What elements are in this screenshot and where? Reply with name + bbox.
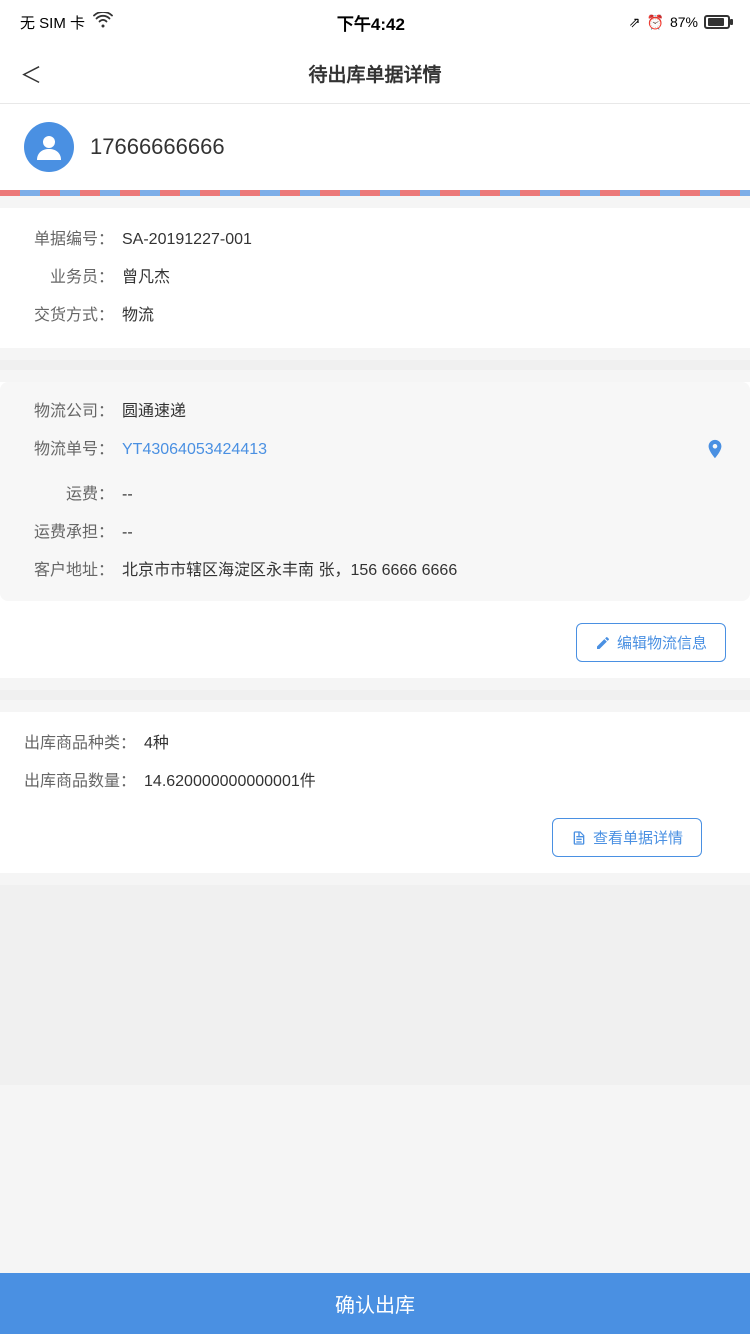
goods-quantity-value: 14.620000000000001件: [144, 770, 726, 794]
address-value: 北京市市辖区海淀区永丰南 张，156 6666 6666: [122, 559, 726, 583]
document-number-value: SA-20191227-001: [122, 228, 726, 252]
back-button[interactable]: ＜: [12, 50, 50, 98]
nav-title: 待出库单据详情: [308, 60, 441, 87]
freight-bearer-value: --: [122, 521, 726, 545]
address-label: 客户地址：: [24, 559, 114, 583]
status-time: 下午4:42: [337, 10, 405, 35]
delivery-value: 物流: [122, 304, 726, 328]
person-icon: [34, 132, 64, 162]
freight-label: 运费：: [24, 483, 114, 507]
logistics-company-label: 物流公司：: [24, 400, 114, 424]
edit-icon: [595, 635, 611, 651]
address-row: 客户地址： 北京市市辖区海淀区永丰南 张，156 6666 6666: [24, 559, 726, 583]
edit-logistics-button[interactable]: 编辑物流信息: [576, 623, 726, 662]
logistics-company-value: 圆通速递: [122, 400, 726, 424]
salesman-row: 业务员： 曾凡杰: [24, 266, 726, 290]
salesman-label: 业务员：: [24, 266, 114, 290]
battery-percent: 87%: [670, 14, 698, 30]
location-icon: ⇗: [629, 14, 641, 31]
gray-divider-3: [0, 885, 750, 1085]
document-info-section: 单据编号： SA-20191227-001 业务员： 曾凡杰 交货方式： 物流: [0, 208, 750, 348]
goods-type-value: 4种: [144, 732, 726, 756]
goods-quantity-row: 出库商品数量： 14.620000000000001件: [24, 770, 726, 794]
freight-row: 运费： --: [24, 483, 726, 507]
stripe-divider: [0, 190, 750, 196]
alarm-icon: ⏰: [647, 14, 664, 31]
view-document-label: 查看单据详情: [593, 827, 683, 848]
carrier-text: 无 SIM 卡: [20, 12, 85, 33]
customer-phone: 17666666666: [90, 134, 225, 160]
gray-divider-2: [0, 690, 750, 700]
document-number-label: 单据编号：: [24, 228, 114, 252]
status-left: 无 SIM 卡: [20, 12, 113, 33]
confirm-btn-label: 确认出库: [335, 1295, 415, 1317]
tracking-value: YT43064053424413: [122, 438, 694, 462]
goods-quantity-label: 出库商品数量：: [24, 770, 136, 794]
gray-divider-1: [0, 360, 750, 370]
status-right: ⇗ ⏰ 87%: [629, 14, 730, 31]
wifi-icon: [93, 12, 113, 33]
goods-section: 出库商品种类： 4种 出库商品数量： 14.620000000000001件 查…: [0, 712, 750, 873]
salesman-value: 曾凡杰: [122, 266, 726, 290]
nav-bar: ＜ 待出库单据详情: [0, 44, 750, 104]
confirm-btn-wrap[interactable]: 确认出库: [0, 1273, 750, 1334]
logistics-section: 物流公司： 圆通速递 物流单号： YT43064053424413 运费： --…: [0, 382, 750, 678]
freight-bearer-label: 运费承担：: [24, 521, 114, 545]
freight-bearer-row: 运费承担： --: [24, 521, 726, 545]
freight-value: --: [122, 483, 726, 507]
view-btn-row: 查看单据详情: [24, 808, 726, 873]
view-document-button[interactable]: 查看单据详情: [552, 818, 702, 857]
tracking-row: 物流单号： YT43064053424413: [24, 438, 726, 469]
status-bar: 无 SIM 卡 下午4:42 ⇗ ⏰ 87%: [0, 0, 750, 44]
bottom-spacer: [0, 1085, 750, 1155]
delivery-row: 交货方式： 物流: [24, 304, 726, 328]
logistics-company-row: 物流公司： 圆通速递: [24, 400, 726, 424]
edit-btn-row: 编辑物流信息: [0, 613, 750, 678]
goods-type-row: 出库商品种类： 4种: [24, 732, 726, 756]
document-number-row: 单据编号： SA-20191227-001: [24, 228, 726, 252]
customer-header: 17666666666: [0, 104, 750, 190]
logistics-card: 物流公司： 圆通速递 物流单号： YT43064053424413 运费： --…: [0, 382, 750, 601]
tracking-label: 物流单号：: [24, 438, 114, 462]
battery-icon: [704, 15, 730, 29]
location-pin-icon[interactable]: [704, 438, 726, 469]
customer-avatar: [24, 122, 74, 172]
goods-type-label: 出库商品种类：: [24, 732, 136, 756]
edit-logistics-label: 编辑物流信息: [617, 632, 707, 653]
delivery-label: 交货方式：: [24, 304, 114, 328]
document-icon: [571, 830, 587, 846]
